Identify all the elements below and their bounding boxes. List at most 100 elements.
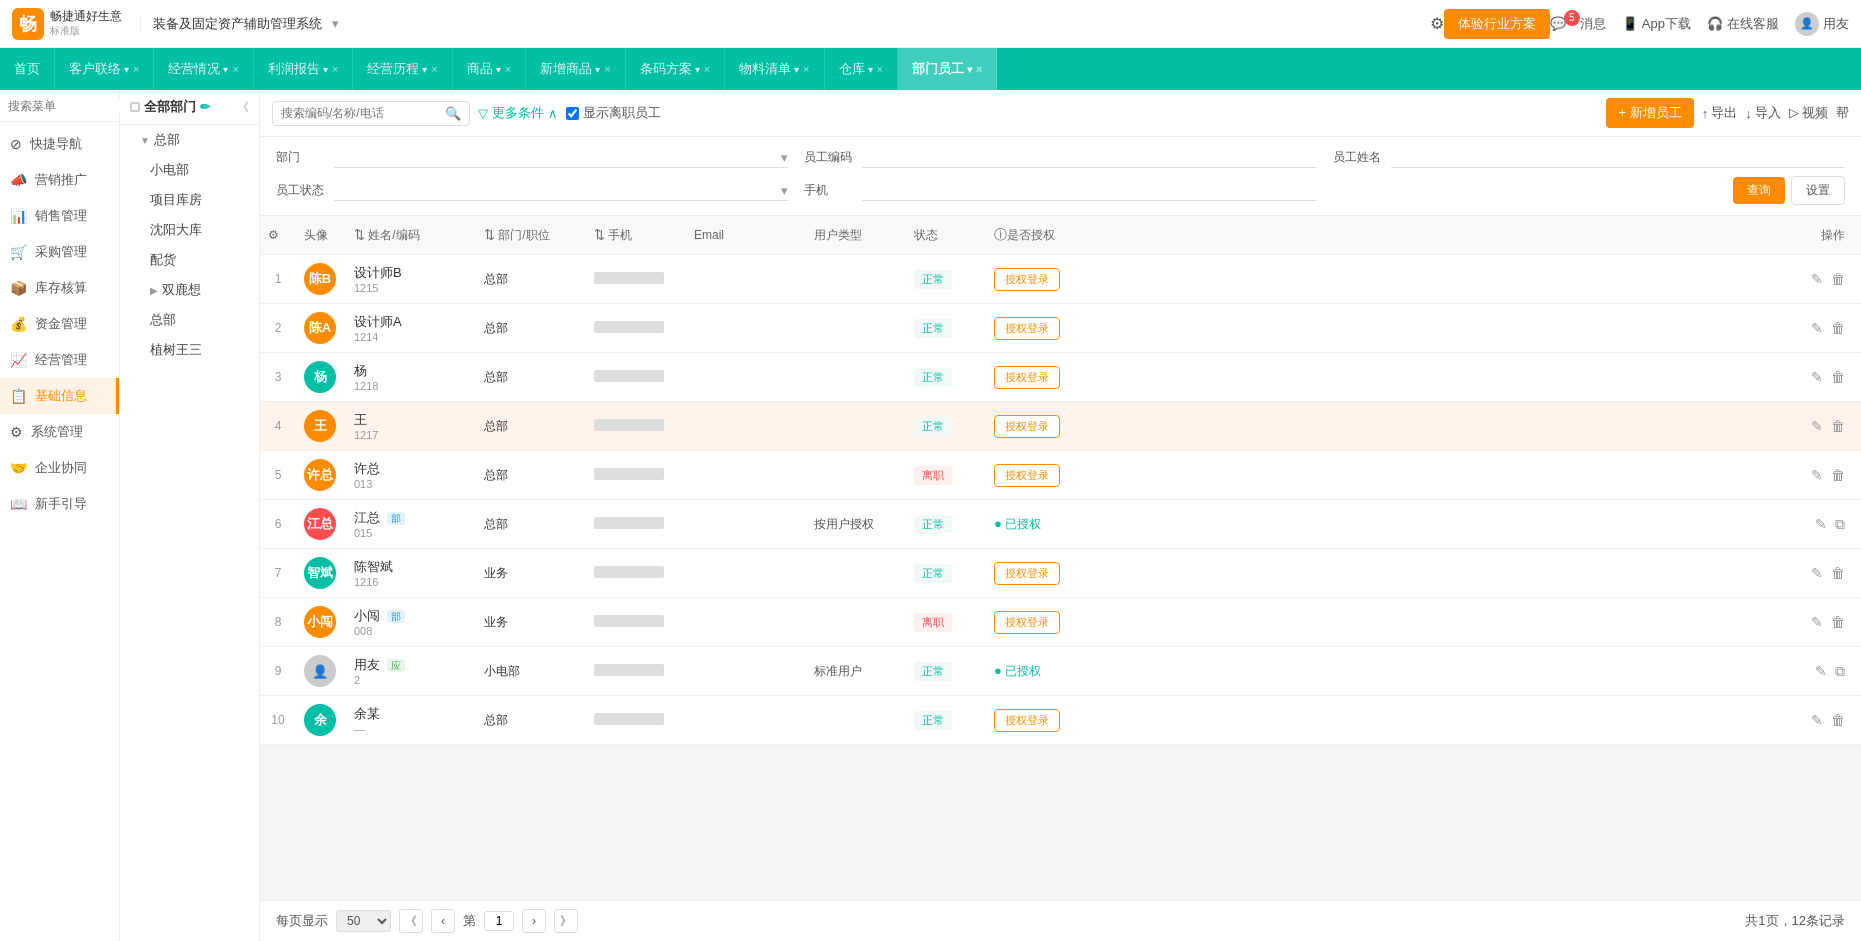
copy-icon[interactable]: ⧉: [1835, 516, 1845, 533]
auth-button[interactable]: 授权登录: [994, 268, 1060, 291]
edit-icon[interactable]: ✎: [1811, 320, 1823, 336]
nav-item-finance[interactable]: 💰 资金管理: [0, 306, 119, 342]
nav-item-marketing[interactable]: 📣 营销推广: [0, 162, 119, 198]
copy-icon[interactable]: ⧉: [1835, 663, 1845, 680]
auth-button[interactable]: 授权登录: [994, 562, 1060, 585]
col-dept[interactable]: ⇅ 部门/职位: [476, 216, 586, 255]
nav-process[interactable]: 经营历程 ▾ ×: [353, 48, 452, 90]
app-download-button[interactable]: 📱 App下载: [1622, 15, 1691, 33]
nav-item-quick[interactable]: ⊘ 快捷导航: [0, 126, 119, 162]
col-settings[interactable]: ⚙: [260, 216, 296, 255]
system-dropdown[interactable]: ▾: [332, 16, 339, 31]
edit-icon[interactable]: ✎: [1811, 418, 1823, 434]
online-service-button[interactable]: 🎧 在线客服: [1707, 15, 1779, 33]
nav-new-goods[interactable]: 新增商品 ▾ ×: [526, 48, 625, 90]
nav-profit[interactable]: 利润报告 ▾ ×: [254, 48, 353, 90]
dept-node-zongbu[interactable]: ▼ 总部: [120, 125, 259, 155]
dept-node-xiangmu[interactable]: 项目库房: [120, 185, 259, 215]
dept-filter-input[interactable]: [334, 147, 781, 167]
nav-operation-close[interactable]: ×: [232, 63, 238, 75]
nav-item-management[interactable]: 📈 经营管理: [0, 342, 119, 378]
nav-warehouse-close[interactable]: ×: [877, 63, 883, 75]
nav-item-guide[interactable]: 📖 新手引导: [0, 486, 119, 522]
page-input[interactable]: [484, 911, 514, 931]
nav-warehouse[interactable]: 仓库 ▾ ×: [825, 48, 898, 90]
auth-button[interactable]: 授权登录: [994, 317, 1060, 340]
phone-filter-input[interactable]: [862, 180, 1316, 201]
edit-icon[interactable]: ✎: [1811, 565, 1823, 581]
delete-icon[interactable]: 🗑: [1831, 467, 1845, 483]
nav-operation[interactable]: 经营情况 ▾ ×: [154, 48, 253, 90]
page-size-select[interactable]: 50 100 200: [336, 910, 391, 932]
prev-page-button[interactable]: ‹: [431, 909, 455, 933]
dept-node-zhishu[interactable]: 植树王三: [120, 335, 259, 365]
show-resigned-checkbox[interactable]: 显示离职员工: [566, 104, 661, 122]
export-button[interactable]: ↑ 导出: [1702, 104, 1738, 122]
add-employee-button[interactable]: + 新增员工: [1606, 98, 1693, 128]
col-name-code[interactable]: ⇅ 姓名/编码: [346, 216, 476, 255]
delete-icon[interactable]: 🗑: [1831, 614, 1845, 630]
auth-button[interactable]: 授权登录: [994, 709, 1060, 732]
edit-icon[interactable]: ✎: [1811, 271, 1823, 287]
nav-goods-close[interactable]: ×: [505, 63, 511, 75]
status-filter-input[interactable]: [334, 180, 781, 200]
delete-icon[interactable]: 🗑: [1831, 271, 1845, 287]
dept-collapse-button[interactable]: 《: [237, 99, 249, 116]
employee-name-input[interactable]: [1391, 147, 1845, 168]
nav-item-sales[interactable]: 📊 销售管理: [0, 198, 119, 234]
nav-profit-close[interactable]: ×: [332, 63, 338, 75]
dept-dropdown-icon[interactable]: ▾: [781, 150, 788, 165]
delete-icon[interactable]: 🗑: [1831, 320, 1845, 336]
nav-item-collab[interactable]: 🤝 企业协同: [0, 450, 119, 486]
help-button[interactable]: 帮: [1836, 104, 1849, 122]
nav-item-basic[interactable]: 📋 基础信息: [0, 378, 119, 414]
nav-department-close[interactable]: ×: [976, 63, 982, 75]
import-button[interactable]: ↓ 导入: [1745, 104, 1781, 122]
edit-icon[interactable]: ✎: [1811, 712, 1823, 728]
dept-node-zongbu2[interactable]: 总部: [120, 305, 259, 335]
col-phone[interactable]: ⇅ 手机: [586, 216, 686, 255]
status-dropdown-icon[interactable]: ▾: [781, 183, 788, 198]
nav-customer-close[interactable]: ×: [133, 63, 139, 75]
nav-department[interactable]: 部门员工 ▾ ×: [898, 48, 997, 90]
trial-button[interactable]: 体验行业方案: [1444, 9, 1550, 39]
nav-goods[interactable]: 商品 ▾ ×: [453, 48, 526, 90]
next-page-button[interactable]: ›: [522, 909, 546, 933]
left-nav-search-box[interactable]: 🔍: [0, 90, 119, 122]
dept-node-peihuo[interactable]: 配货: [120, 245, 259, 275]
reset-button[interactable]: 设置: [1791, 176, 1845, 205]
search-box[interactable]: 🔍: [272, 101, 470, 126]
employee-code-input[interactable]: [862, 147, 1316, 168]
auth-button[interactable]: 授权登录: [994, 415, 1060, 438]
search-input[interactable]: [281, 106, 441, 120]
message-button[interactable]: 💬 5 消息: [1550, 15, 1606, 33]
last-page-button[interactable]: 》: [554, 909, 578, 933]
show-resigned-input[interactable]: [566, 107, 579, 120]
nav-item-system[interactable]: ⚙ 系统管理: [0, 414, 119, 450]
auth-button[interactable]: 授权登录: [994, 366, 1060, 389]
edit-icon[interactable]: ✎: [1815, 663, 1827, 680]
nav-home[interactable]: 首页: [0, 48, 55, 90]
nav-process-close[interactable]: ×: [431, 63, 437, 75]
nav-customer[interactable]: 客户联络 ▾ ×: [55, 48, 154, 90]
user-avatar[interactable]: 👤 用友: [1795, 12, 1849, 36]
gear-button[interactable]: ⚙: [1430, 14, 1444, 33]
delete-icon[interactable]: 🗑: [1831, 712, 1845, 728]
query-button[interactable]: 查询: [1733, 177, 1785, 204]
dept-node-shuang[interactable]: ▶ 双鹿想: [120, 275, 259, 305]
auth-button[interactable]: 授权登录: [994, 611, 1060, 634]
nav-item-purchase[interactable]: 🛒 采购管理: [0, 234, 119, 270]
edit-icon[interactable]: ✎: [1815, 516, 1827, 533]
nav-bom[interactable]: 物料清单 ▾ ×: [725, 48, 824, 90]
nav-item-inventory[interactable]: 📦 库存核算: [0, 270, 119, 306]
dept-node-xiaodian[interactable]: 小电部: [120, 155, 259, 185]
edit-icon[interactable]: ✎: [1811, 614, 1823, 630]
delete-icon[interactable]: 🗑: [1831, 418, 1845, 434]
nav-barcode[interactable]: 条码方案 ▾ ×: [626, 48, 725, 90]
edit-icon[interactable]: ✎: [1811, 369, 1823, 385]
dept-node-shenyang[interactable]: 沈阳大库: [120, 215, 259, 245]
nav-bom-close[interactable]: ×: [803, 63, 809, 75]
nav-barcode-close[interactable]: ×: [704, 63, 710, 75]
nav-new-goods-close[interactable]: ×: [604, 63, 610, 75]
delete-icon[interactable]: 🗑: [1831, 369, 1845, 385]
